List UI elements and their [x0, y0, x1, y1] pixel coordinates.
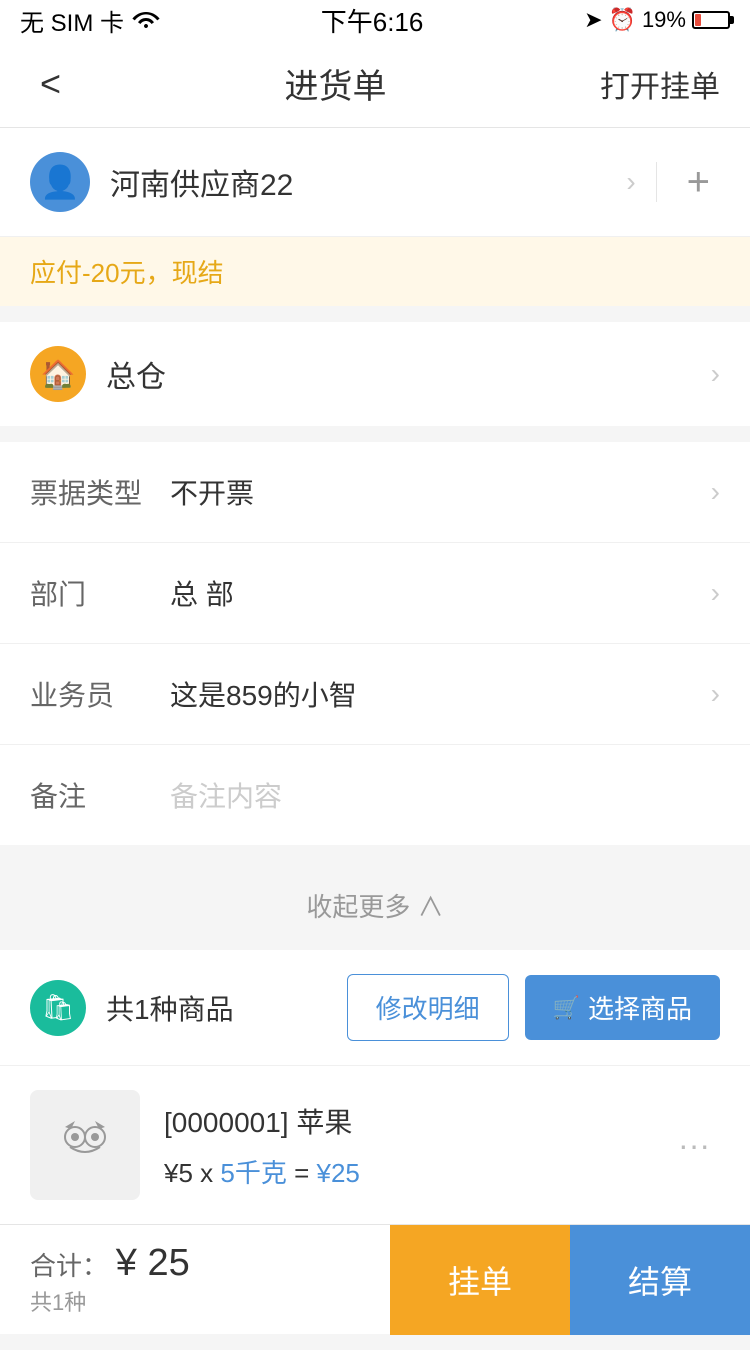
supplier-notice: 应付-20元，现结	[0, 237, 750, 306]
product-section: 🛍 共1种商品 修改明细 🛒 选择商品	[0, 950, 750, 1224]
open-hang-button[interactable]: 打开挂单	[600, 62, 720, 106]
staff-value: 这是859的小智	[150, 674, 711, 714]
select-product-label: 选择商品	[588, 989, 692, 1026]
product-equals: =	[294, 1158, 316, 1188]
product-code: [0000001]	[164, 1107, 289, 1138]
status-bar-left: 无 SIM 卡	[20, 3, 160, 38]
total-section: 合计： ¥ 25 共1种	[0, 1242, 390, 1317]
total-label: 合计：	[30, 1251, 108, 1281]
invoice-label: 票据类型	[30, 472, 150, 512]
collapse-more-button[interactable]: 收起更多 ∧	[0, 861, 750, 950]
vertical-divider	[656, 162, 657, 202]
settle-button[interactable]: 结算	[570, 1225, 750, 1335]
staff-label: 业务员	[30, 674, 150, 714]
alarm-icon: ⏰	[609, 7, 636, 33]
warehouse-section[interactable]: 🏠 总仓 ›	[0, 322, 750, 426]
chevron-right-icon: ›	[711, 476, 720, 508]
select-product-button[interactable]: 🛒 选择商品	[525, 975, 720, 1040]
page-title: 进货单	[285, 59, 387, 108]
add-supplier-button[interactable]: +	[677, 160, 720, 205]
chevron-right-icon: ›	[711, 358, 720, 390]
invoice-value: 不开票	[150, 472, 711, 512]
cart-icon: 🛒	[553, 995, 580, 1021]
supplier-section: 👤 河南供应商22 › + 应付-20元，现结	[0, 128, 750, 306]
dept-value: 总 部	[150, 573, 711, 613]
battery-icon	[692, 11, 730, 29]
warehouse-icon: 🏠	[30, 346, 86, 402]
product-qty: 5千克	[220, 1158, 286, 1188]
carrier-label: 无 SIM 卡	[20, 3, 124, 38]
product-price: ¥5	[164, 1158, 193, 1188]
invoice-row[interactable]: 票据类型 不开票 ›	[0, 442, 750, 543]
remark-row[interactable]: 备注 备注内容	[0, 745, 750, 845]
hang-button[interactable]: 挂单	[390, 1225, 570, 1335]
warehouse-name: 总仓	[106, 352, 711, 396]
back-button[interactable]: <	[30, 53, 71, 115]
chevron-right-icon: ›	[711, 678, 720, 710]
location-icon: ➤	[584, 7, 602, 33]
status-bar-time: 下午6:16	[321, 2, 424, 39]
status-bar: 无 SIM 卡 下午6:16 ➤ ⏰ 19%	[0, 0, 750, 40]
product-total: ¥25	[317, 1158, 360, 1188]
remark-label: 备注	[30, 775, 150, 815]
product-title: 苹果	[296, 1107, 352, 1138]
product-header: 🛍 共1种商品 修改明细 🛒 选择商品	[0, 950, 750, 1066]
status-bar-right: ➤ ⏰ 19%	[584, 7, 730, 33]
product-name: [0000001] 苹果	[164, 1101, 668, 1141]
nav-bar: < 进货单 打开挂单	[0, 40, 750, 128]
warehouse-row[interactable]: 🏠 总仓 ›	[0, 322, 750, 426]
supplier-row[interactable]: 👤 河南供应商22 › +	[0, 128, 750, 237]
chevron-right-icon: ›	[626, 166, 635, 198]
product-multiply: x	[200, 1158, 220, 1188]
product-detail: ¥5 x 5千克 = ¥25	[164, 1153, 668, 1190]
product-info: [0000001] 苹果 ¥5 x 5千克 = ¥25	[164, 1101, 668, 1190]
form-section: 票据类型 不开票 › 部门 总 部 › 业务员 这是859的小智 › 备注 备注…	[0, 442, 750, 845]
supplier-name: 河南供应商22	[110, 160, 626, 204]
remark-placeholder[interactable]: 备注内容	[150, 775, 720, 815]
home-icon: 🏠	[41, 358, 76, 391]
edit-detail-button[interactable]: 修改明细	[347, 974, 509, 1041]
product-icon: 🛍	[30, 980, 86, 1036]
product-count: 共1种商品	[106, 988, 347, 1028]
owl-icon	[55, 1115, 115, 1175]
supplier-avatar: 👤	[30, 152, 90, 212]
total-amount: ¥ 25	[116, 1242, 190, 1284]
bottom-bar: 合计： ¥ 25 共1种 挂单 结算	[0, 1224, 750, 1334]
chevron-right-icon: ›	[711, 577, 720, 609]
shopping-icon: 🛍	[41, 992, 74, 1023]
staff-row[interactable]: 业务员 这是859的小智 ›	[0, 644, 750, 745]
product-item: [0000001] 苹果 ¥5 x 5千克 = ¥25 ···	[0, 1066, 750, 1224]
person-icon: 👤	[40, 163, 80, 201]
battery-percent: 19%	[642, 7, 686, 33]
wifi-icon	[132, 6, 160, 35]
content: 👤 河南供应商22 › + 应付-20元，现结 🏠 总仓 › 票据类型 不开票 …	[0, 128, 750, 1350]
product-more-button[interactable]: ···	[668, 1117, 720, 1174]
dept-row[interactable]: 部门 总 部 ›	[0, 543, 750, 644]
product-thumbnail	[30, 1090, 140, 1200]
dept-label: 部门	[30, 573, 150, 613]
total-sub: 共1种	[30, 1285, 360, 1317]
